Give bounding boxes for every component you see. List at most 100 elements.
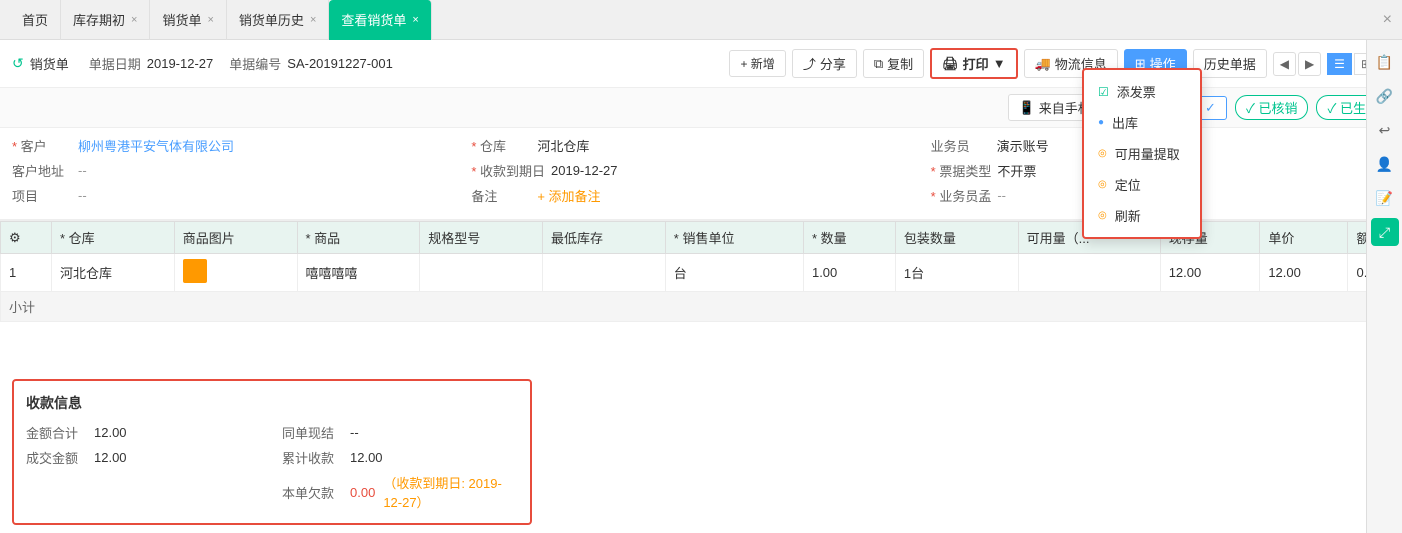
dropdown-available-extract[interactable]: ◎ 可用量提取 <box>1084 138 1200 169</box>
available-extract-label: 可用量提取 <box>1115 144 1180 163</box>
share-icon: ⤴ <box>803 54 816 73</box>
print-label: 打印 <box>963 54 989 73</box>
sidebar-link-icon[interactable]: 🔗 <box>1371 82 1399 110</box>
tab-sales[interactable]: 销货单 × <box>150 0 226 40</box>
table-row: 1 河北仓库 嘻嘻嘻嘻 台 1.00 1台 12.00 12.00 <box>1 254 1402 292</box>
dropdown-locate[interactable]: ◎ 定位 <box>1084 169 1200 200</box>
summary-title: 收款信息 <box>26 393 518 413</box>
warehouse-value: 河北仓库 <box>537 136 589 155</box>
customer-field: 客户 柳州粤港平安气体有限公司 <box>12 136 471 155</box>
doc-title-text: 销货单 <box>30 54 69 73</box>
doc-meta: 单据日期 2019-12-27 单据编号 SA-20191227-001 <box>89 54 698 73</box>
refresh-icon: ◎ <box>1098 210 1107 221</box>
tab-inventory[interactable]: 库存期初 × <box>61 0 150 40</box>
sidebar-user-icon[interactable]: 👤 <box>1371 150 1399 178</box>
sold-status[interactable]: ✓ 已核销 <box>1235 95 1309 120</box>
check-icon: ✓ <box>1205 100 1216 116</box>
cell-row-num: 1 <box>1 254 52 292</box>
cumulative-value: 12.00 <box>350 450 383 465</box>
summary-grid: 金额合计 12.00 同单现结 -- 成交金额 12.00 累计收款 12.00… <box>26 423 518 511</box>
col-settings: ⚙ <box>1 222 52 254</box>
dropdown-refresh[interactable]: ◎ 刷新 <box>1084 200 1200 231</box>
tab-view-sales[interactable]: 查看销货单 × <box>329 0 431 40</box>
cell-product-img <box>174 254 297 292</box>
print-button[interactable]: 🖨 打印 ▼ <box>930 48 1017 79</box>
tab-sales-history-label: 销货单历史 <box>239 10 304 29</box>
tab-sales-history[interactable]: 销货单历史 × <box>227 0 329 40</box>
col-product: * 商品 <box>297 222 420 254</box>
refresh-label: 刷新 <box>1115 206 1141 225</box>
col-spec: 规格型号 <box>420 222 543 254</box>
same-order-label: 同单现结 <box>282 423 342 442</box>
history-button[interactable]: 历史单据 <box>1193 49 1267 78</box>
view-list-button[interactable]: ☰ <box>1327 53 1352 75</box>
locate-icon: ◎ <box>1098 179 1107 190</box>
sidebar-doc-icon[interactable]: 📋 <box>1371 48 1399 76</box>
tab-sales-label: 销货单 <box>162 10 201 29</box>
doc-date-label: 单据日期 <box>89 54 141 73</box>
tab-sales-close[interactable]: × <box>207 14 213 26</box>
right-sidebar: 📋 🔗 ↩ 👤 📝 ⤢ <box>1366 40 1402 533</box>
share-button[interactable]: ⤴ 分享 <box>792 49 857 78</box>
doc-icon: ↺ <box>12 55 24 72</box>
tab-bar: 首页 库存期初 × 销货单 × 销货单历史 × 查看销货单 × × <box>0 0 1402 40</box>
share-label: 分享 <box>820 54 846 73</box>
project-label: 项目 <box>12 186 72 205</box>
staff-value: 演示账号 <box>997 136 1049 155</box>
total-value: 12.00 <box>94 425 127 440</box>
cell-product: 嘻嘻嘻嘻 <box>297 254 420 292</box>
tab-view-sales-close[interactable]: × <box>412 14 418 26</box>
col-package-qty: 包装数量 <box>895 222 1018 254</box>
sidebar-expand-icon[interactable]: ⤢ <box>1371 218 1399 246</box>
copy-button[interactable]: ⧉ 复制 <box>863 49 924 78</box>
operate-dropdown: ☑ 添发票 ● 出库 ◎ 可用量提取 ◎ 定位 ◎ 刷新 <box>1082 68 1202 239</box>
ticket-type-value: 不开票 <box>997 161 1036 180</box>
subtotal-label: 小计 <box>1 292 1402 322</box>
product-image <box>183 259 207 283</box>
col-unit-price: 单价 <box>1260 222 1348 254</box>
add-note-button[interactable]: + 添加备注 <box>537 186 600 205</box>
add-invoice-label: 添发票 <box>1117 82 1156 101</box>
payment-date-field: 收款到期日 2019-12-27 <box>471 161 930 180</box>
dropdown-outbound[interactable]: ● 出库 <box>1084 107 1200 138</box>
total-label: 金额合计 <box>26 423 86 442</box>
summary-total-row: 金额合计 12.00 <box>26 423 262 442</box>
cell-unit-price: 12.00 <box>1260 254 1348 292</box>
new-button[interactable]: + 新增 <box>729 50 785 77</box>
window-close-button[interactable]: × <box>1383 11 1392 29</box>
cell-min-stock <box>543 254 666 292</box>
note-label: 备注 <box>471 186 531 205</box>
dropdown-add-invoice[interactable]: ☑ 添发票 <box>1084 76 1200 107</box>
col-warehouse: * 仓库 <box>51 222 174 254</box>
staff-label: 业务员 <box>931 136 991 155</box>
tab-sales-history-close[interactable]: × <box>310 14 316 26</box>
tab-inventory-close[interactable]: × <box>131 14 137 26</box>
doc-number-label: 单据编号 <box>229 54 281 73</box>
cell-package-qty: 1台 <box>895 254 1018 292</box>
tab-home[interactable]: 首页 <box>10 0 61 40</box>
sold-label: 已核销 <box>1258 101 1297 116</box>
sidebar-note-icon[interactable]: 📝 <box>1371 184 1399 212</box>
nav-prev-button[interactable]: ◀ <box>1273 52 1296 76</box>
summary-same-order-row: 同单现结 -- <box>282 423 518 442</box>
locate-label: 定位 <box>1115 175 1141 194</box>
same-order-value: -- <box>350 425 359 440</box>
address-label: 客户地址 <box>12 161 72 180</box>
tab-view-sales-label: 查看销货单 <box>341 10 406 29</box>
customer-value[interactable]: 柳州粤港平安气体有限公司 <box>78 136 234 155</box>
settings-icon[interactable]: ⚙ <box>9 230 21 245</box>
cell-current-stock: 12.00 <box>1160 254 1260 292</box>
payment-date-value: 2019-12-27 <box>551 163 618 178</box>
col-quantity: * 数量 <box>803 222 895 254</box>
add-invoice-icon: ☑ <box>1098 85 1109 99</box>
summary-cumulative-row: 累计收款 12.00 <box>282 448 518 467</box>
cumulative-label: 累计收款 <box>282 448 342 467</box>
cell-spec <box>420 254 543 292</box>
project-value: -- <box>78 188 87 203</box>
cell-quantity: 1.00 <box>803 254 895 292</box>
address-field: 客户地址 -- <box>12 161 471 180</box>
nav-next-button[interactable]: ▶ <box>1298 52 1321 76</box>
logistics-icon: 🚚 <box>1035 56 1051 72</box>
sidebar-return-icon[interactable]: ↩ <box>1371 116 1399 144</box>
history-label: 历史单据 <box>1204 54 1256 73</box>
